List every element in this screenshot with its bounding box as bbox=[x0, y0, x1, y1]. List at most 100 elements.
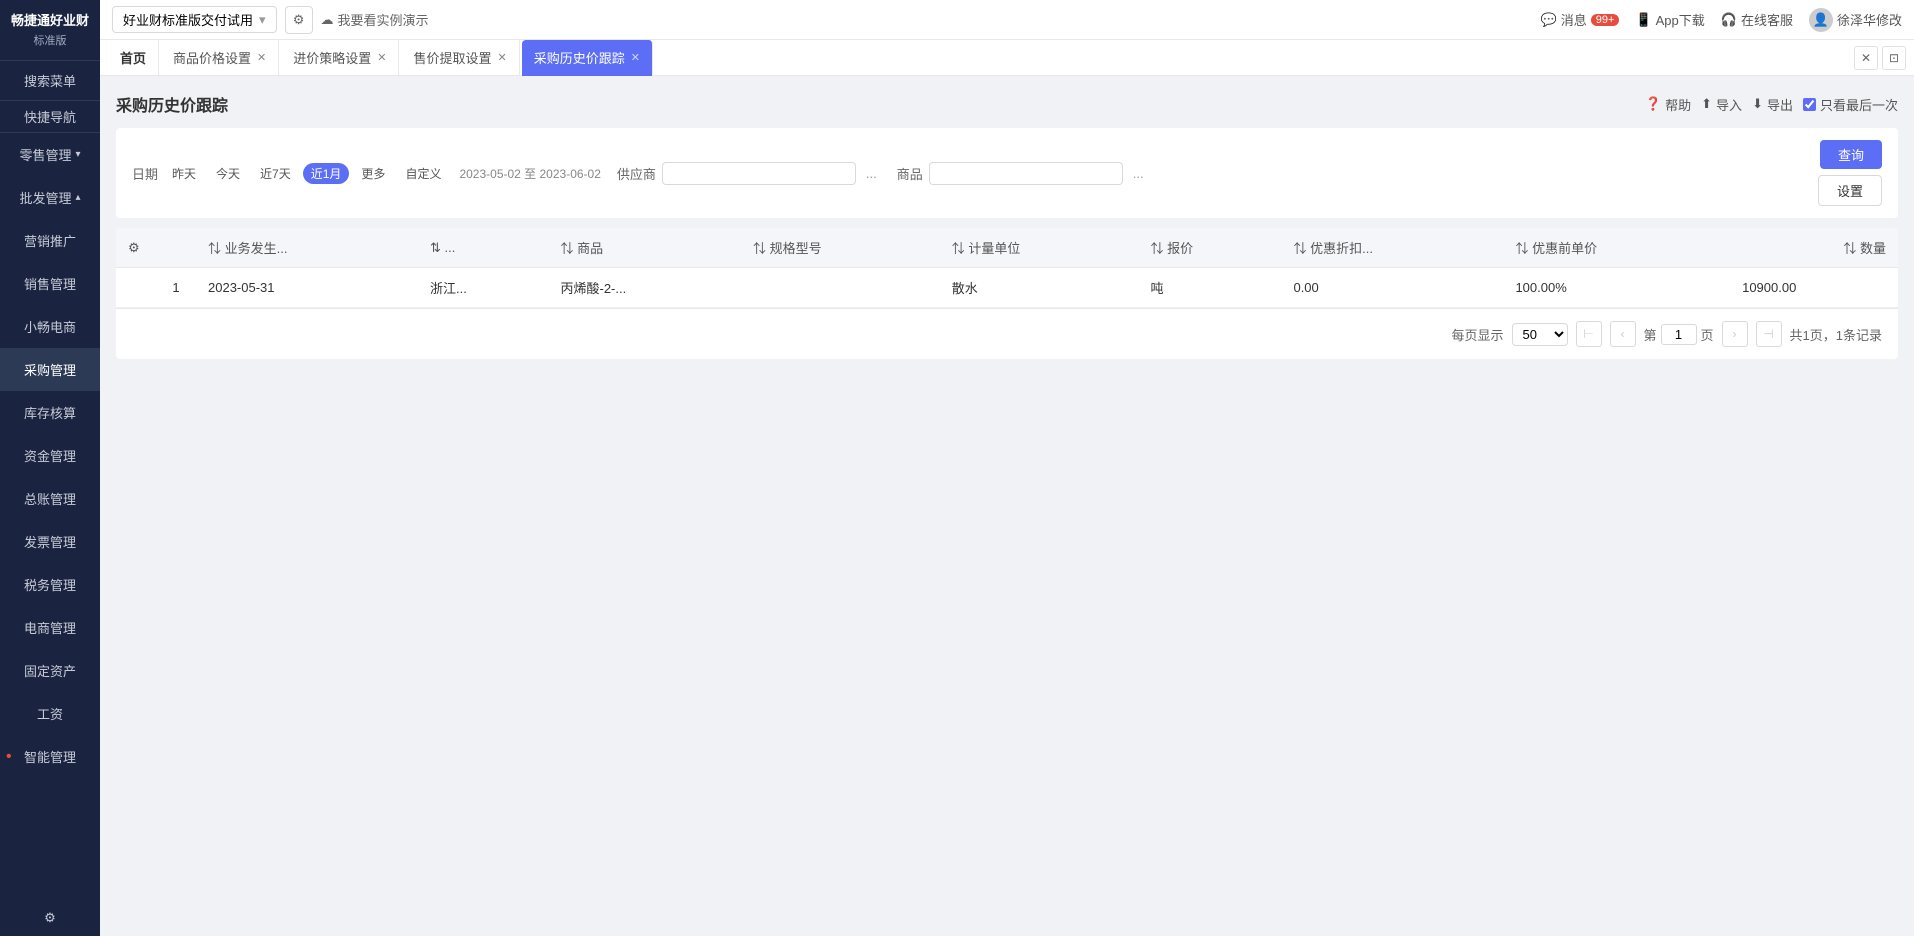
tab-close-button[interactable]: ✕ bbox=[1854, 46, 1878, 70]
sidebar-item-quicknav[interactable]: 快捷导航 bbox=[0, 101, 100, 133]
goods-dots[interactable]: ... bbox=[1129, 166, 1148, 181]
online-service-button[interactable]: 🎧 在线客服 bbox=[1721, 10, 1793, 29]
row-unit-price: 10900.00 bbox=[1730, 268, 1898, 308]
filter-row: 日期 昨天 今天 近7天 近1月 更多 自定义 2023-05-02 至 202… bbox=[132, 140, 1882, 206]
sidebar-item-tax[interactable]: 税务管理 bbox=[0, 563, 100, 606]
sidebar-item-ecommerce-small[interactable]: 小畅电商 bbox=[0, 305, 100, 348]
first-page-button[interactable]: ⊢ bbox=[1576, 321, 1602, 347]
date-option-more[interactable]: 更多 bbox=[353, 163, 393, 184]
date-filter-label: 日期 bbox=[132, 164, 158, 183]
messages-button[interactable]: 💬 消息 99+ bbox=[1541, 10, 1620, 29]
last-page-button[interactable]: ⊣ bbox=[1756, 321, 1782, 347]
sidebar-item-ledger[interactable]: 总账管理 bbox=[0, 477, 100, 520]
sidebar-fixed-assets-label: 固定资产 bbox=[24, 661, 76, 680]
tab-purchase-history[interactable]: 采购历史价跟踪 ✕ bbox=[522, 40, 653, 76]
per-page-select[interactable]: 50 10 20 100 bbox=[1512, 323, 1568, 346]
date-option-7days[interactable]: 近7天 bbox=[252, 163, 299, 184]
help-link[interactable]: ❓ 帮助 bbox=[1645, 95, 1691, 114]
supplier-filter-label: 供应商 bbox=[617, 164, 656, 183]
download-icon: 📱 bbox=[1635, 12, 1651, 28]
question-icon: ❓ bbox=[1645, 96, 1661, 112]
only-last-checkbox-label[interactable]: 只看最后一次 bbox=[1803, 95, 1898, 114]
product-selector-label: 好业财标准版交付试用 bbox=[123, 10, 253, 29]
tab-maximize-button[interactable]: ⊡ bbox=[1882, 46, 1906, 70]
sidebar-item-purchase[interactable]: 采购管理 bbox=[0, 348, 100, 391]
row-quote: 吨 bbox=[1138, 268, 1281, 308]
export-link[interactable]: ⬇ 导出 bbox=[1752, 95, 1793, 114]
export-icon: ⬇ bbox=[1752, 96, 1763, 112]
date-option-today[interactable]: 今天 bbox=[208, 163, 248, 184]
col-header-quote[interactable]: ⇅ 报价 bbox=[1138, 228, 1281, 268]
gear-icon: ⚙ bbox=[128, 240, 140, 255]
sort-icon: ⇅ bbox=[1293, 241, 1306, 256]
col-header-settings[interactable]: ⚙ bbox=[116, 228, 156, 268]
col-header-qty[interactable]: ⇅ 数量 bbox=[1730, 228, 1898, 268]
sidebar-item-wholesale[interactable]: 批发管理 ▴ bbox=[0, 176, 100, 219]
col-header-price[interactable]: ⇅ 优惠前单价 bbox=[1503, 228, 1730, 268]
topbar-right: 💬 消息 99+ 📱 App下载 🎧 在线客服 👤 徐泽华修改 bbox=[1541, 8, 1902, 32]
table-container: ⚙ ⇅ 业务发生... ⇅ ... ⇅ 商品 bbox=[116, 228, 1898, 359]
tab-home[interactable]: 首页 bbox=[108, 40, 159, 76]
pagination-total: 共1页，1条记录 bbox=[1790, 325, 1882, 344]
page-input[interactable] bbox=[1661, 324, 1697, 345]
filter-settings-button[interactable]: 设置 bbox=[1818, 175, 1882, 206]
sidebar-item-ecommerce[interactable]: 电商管理 bbox=[0, 606, 100, 649]
filter-date: 日期 昨天 今天 近7天 近1月 更多 自定义 2023-05-02 至 202… bbox=[132, 163, 601, 184]
sidebar-bottom-settings[interactable]: ⚙ bbox=[0, 900, 100, 936]
sidebar-payroll-label: 工资 bbox=[37, 704, 63, 723]
date-option-yesterday[interactable]: 昨天 bbox=[164, 163, 204, 184]
sidebar-sales-label: 销售管理 bbox=[24, 274, 76, 293]
only-last-checkbox[interactable] bbox=[1803, 98, 1816, 111]
user-name: 徐泽华修改 bbox=[1837, 10, 1902, 29]
product-selector[interactable]: 好业财标准版交付试用 ▾ bbox=[112, 6, 277, 33]
sidebar-item-retail[interactable]: 零售管理 ▾ bbox=[0, 133, 100, 176]
topbar-settings-icon[interactable]: ⚙ bbox=[285, 6, 313, 34]
close-icon[interactable]: ✕ bbox=[377, 51, 386, 64]
user-info[interactable]: 👤 徐泽华修改 bbox=[1809, 8, 1902, 32]
sidebar-intelligent-label: 智能管理 bbox=[24, 747, 76, 766]
sort-icon: ⇅ bbox=[561, 241, 574, 256]
sidebar-ledger-label: 总账管理 bbox=[24, 489, 76, 508]
query-button[interactable]: 查询 bbox=[1820, 140, 1882, 169]
sidebar-item-invoice[interactable]: 发票管理 bbox=[0, 520, 100, 563]
row-price-col: 0.00 bbox=[1281, 268, 1503, 308]
chevron-down-icon: ▾ bbox=[75, 149, 80, 160]
close-icon[interactable]: ✕ bbox=[498, 51, 507, 64]
next-page-button[interactable]: › bbox=[1722, 321, 1748, 347]
supplier-dots[interactable]: ... bbox=[862, 166, 881, 181]
sidebar-item-search[interactable]: 搜索菜单 bbox=[0, 61, 100, 101]
sidebar-item-fixed-assets[interactable]: 固定资产 bbox=[0, 649, 100, 692]
tab-price-settings[interactable]: 商品价格设置 ✕ bbox=[161, 40, 279, 76]
row-discount: 100.00% bbox=[1503, 268, 1730, 308]
goods-input[interactable] bbox=[929, 162, 1123, 185]
col-header-goods[interactable]: ⇅ 商品 bbox=[549, 228, 741, 268]
col-header-unit[interactable]: ⇅ 计量单位 bbox=[940, 228, 1139, 268]
tabbar-controls: ✕ ⊡ bbox=[1854, 46, 1906, 70]
app-download-button[interactable]: 📱 App下载 bbox=[1635, 10, 1704, 29]
sidebar-item-payroll[interactable]: 工资 bbox=[0, 692, 100, 735]
tab-purchase-strategy[interactable]: 进价策略设置 ✕ bbox=[281, 40, 399, 76]
sidebar-item-inventory[interactable]: 库存核算 bbox=[0, 391, 100, 434]
supplier-input[interactable] bbox=[662, 162, 856, 185]
sidebar-item-sales[interactable]: 销售管理 bbox=[0, 262, 100, 305]
prev-page-button[interactable]: ‹ bbox=[1610, 321, 1636, 347]
col-header-discount[interactable]: ⇅ 优惠折扣... bbox=[1281, 228, 1503, 268]
col-header-dots[interactable]: ⇅ ... bbox=[418, 228, 549, 268]
close-icon[interactable]: ✕ bbox=[257, 51, 266, 64]
date-option-1month[interactable]: 近1月 bbox=[303, 163, 350, 184]
import-label: 导入 bbox=[1716, 95, 1742, 114]
filter-supplier: 供应商 ... bbox=[617, 162, 881, 185]
sidebar-item-marketing[interactable]: 营销推广 bbox=[0, 219, 100, 262]
only-last-label: 只看最后一次 bbox=[1820, 95, 1898, 114]
tab-sale-price[interactable]: 售价提取设置 ✕ bbox=[401, 40, 519, 76]
pagination: 每页显示 50 10 20 100 ⊢ ‹ 第 页 › ⊣ 共1页，1条记录 bbox=[116, 308, 1898, 359]
row-supplier: 浙江... bbox=[418, 268, 549, 308]
sidebar-item-finance[interactable]: 资金管理 bbox=[0, 434, 100, 477]
close-icon[interactable]: ✕ bbox=[631, 51, 640, 64]
sidebar-item-intelligent[interactable]: 智能管理 bbox=[0, 735, 100, 778]
col-header-date[interactable]: ⇅ 业务发生... bbox=[196, 228, 418, 268]
date-option-custom[interactable]: 自定义 bbox=[397, 163, 449, 184]
demo-link[interactable]: ☁ 我要看实例演示 bbox=[321, 10, 429, 29]
col-header-spec[interactable]: ⇅ 规格型号 bbox=[741, 228, 940, 268]
import-link[interactable]: ⬆ 导入 bbox=[1701, 95, 1742, 114]
